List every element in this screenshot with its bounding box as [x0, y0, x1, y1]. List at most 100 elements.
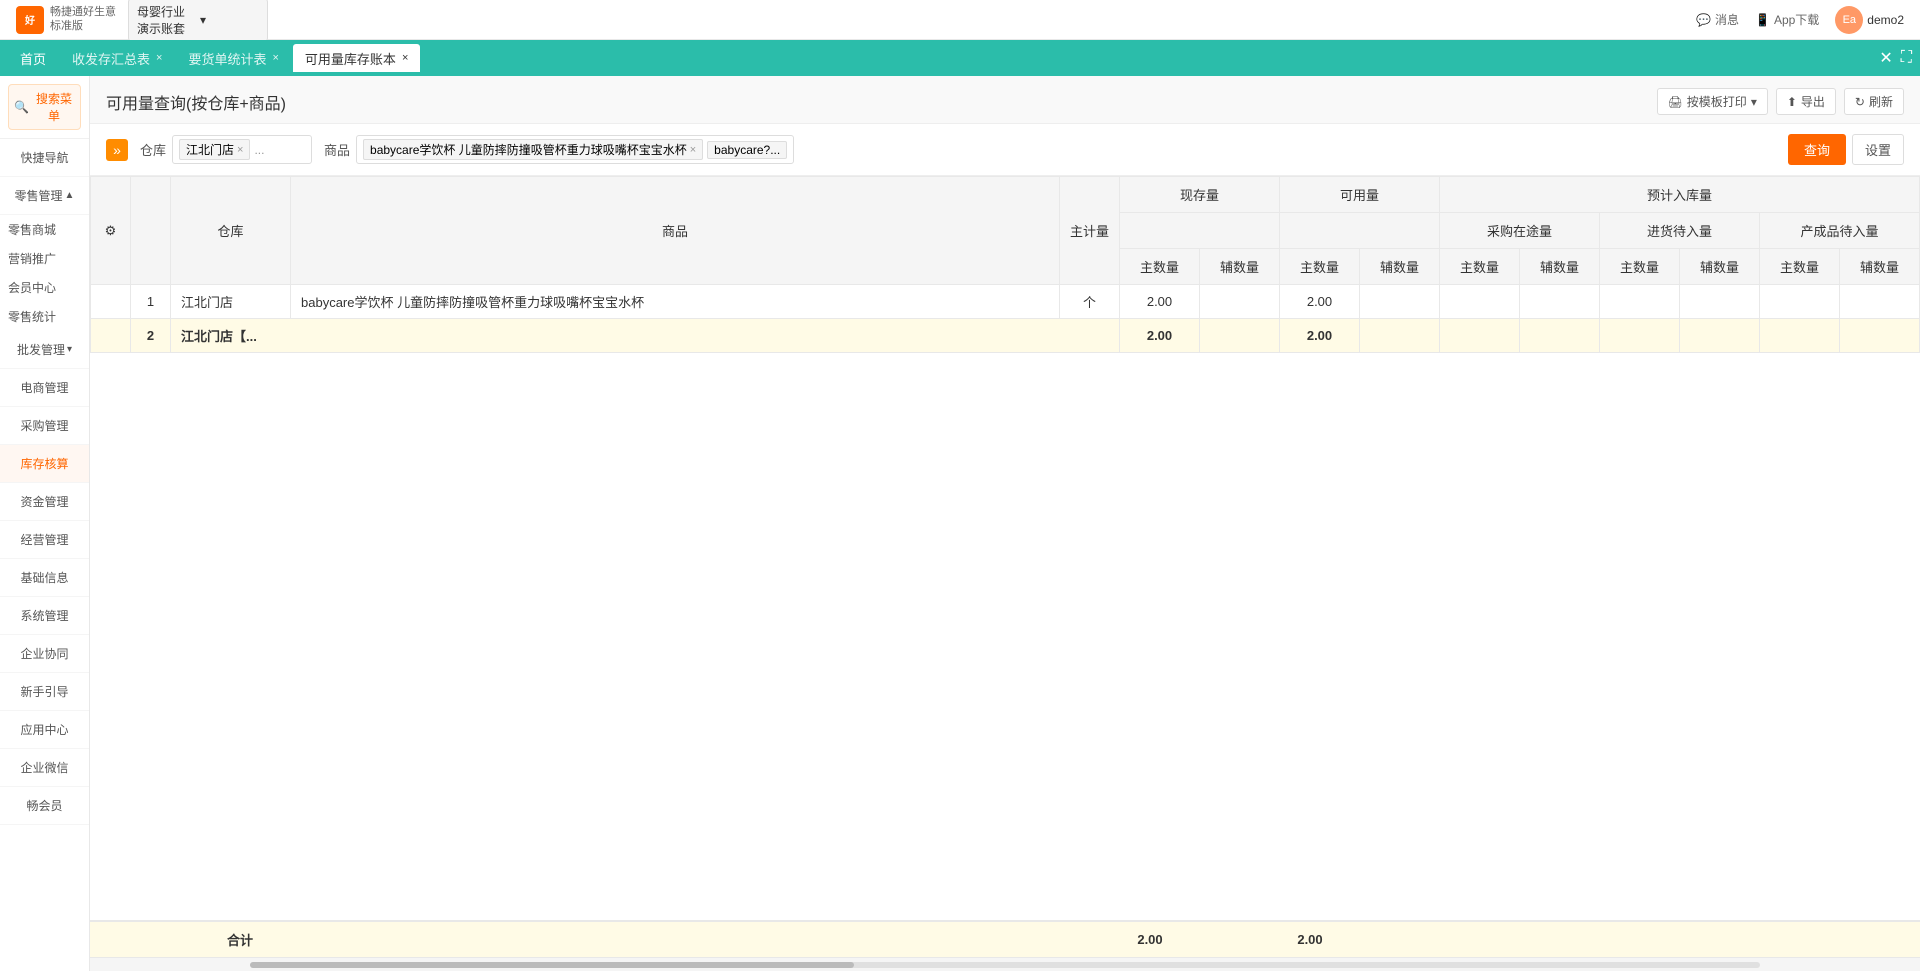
row-product: babycare学饮杯 儿童防摔防撞吸管杯重力球吸嘴杯宝宝水杯 [291, 285, 1060, 319]
filter-expand-button[interactable]: » [106, 139, 128, 161]
subtotal-goods-main [1600, 319, 1680, 353]
footer-total-label: 合计 [180, 930, 300, 949]
sidebar-item-operations[interactable]: 经营管理 [0, 521, 89, 559]
tab-receivable-summary[interactable]: 收发存汇总表 × [60, 44, 174, 72]
goods-main-qty-header: 主数量 [1600, 249, 1680, 285]
product-label: 商品 [324, 140, 350, 159]
sidebar-item-base-info[interactable]: 基础信息 [0, 559, 89, 597]
sidebar-item-finance[interactable]: 资金管理 [0, 483, 89, 521]
sidebar-item-inventory[interactable]: 库存核算 [0, 445, 89, 483]
expand-window-icon[interactable]: ⛶ [1901, 49, 1912, 67]
subtotal-avail-main: 2.00 [1280, 319, 1360, 353]
refresh-icon: ↻ [1855, 95, 1865, 109]
sidebar-item-purchase[interactable]: 采购管理 [0, 407, 89, 445]
tab-close-icon[interactable]: × [402, 52, 408, 64]
query-button[interactable]: 查询 [1788, 134, 1846, 165]
close-window-icon[interactable]: ✕ [1879, 48, 1892, 68]
product-input[interactable]: babycare学饮杯 儿童防摔防撞吸管杯重力球吸嘴杯宝宝水杯 × babyca… [356, 135, 794, 164]
remove-warehouse-icon[interactable]: × [237, 144, 243, 156]
warehouse-input[interactable]: 江北门店 × ... [172, 135, 312, 164]
export-button[interactable]: ⬆ 导出 [1776, 88, 1836, 115]
row-purchase-main [1440, 285, 1520, 319]
gear-icon[interactable]: ⚙ [105, 223, 117, 238]
row-avail-aux [1360, 285, 1440, 319]
subtotal-stock-main: 2.00 [1120, 319, 1200, 353]
sidebar-item-retail[interactable]: 零售管理 ▲ [0, 177, 89, 215]
table-footer: 合计 2.00 2.00 [90, 920, 1920, 957]
nav-tabs: 首页 收发存汇总表 × 要货单统计表 × 可用量库存账本 × ✕ ⛶ [0, 40, 1920, 76]
sidebar-item-ecommerce[interactable]: 电商管理 [0, 369, 89, 407]
row-stock-main: 2.00 [1120, 285, 1200, 319]
tab-close-icon[interactable]: × [272, 52, 278, 64]
logo-area: 好 畅捷通好生意 标准版 [16, 6, 116, 34]
sidebar-item-wholesale[interactable]: 批发管理 ▾ [0, 331, 89, 369]
refresh-button[interactable]: ↻ 刷新 [1844, 88, 1904, 115]
scrollbar-track [250, 962, 1760, 968]
tab-available-stock[interactable]: 可用量库存账本 × [293, 44, 420, 72]
sidebar-item-member2[interactable]: 畅会员 [0, 787, 89, 825]
table-wrap: ⚙ 仓库 商品 主计量 现存量 可用量 预计入库量 采购在途量 [90, 176, 1920, 920]
message-icon: 💬 [1696, 13, 1711, 27]
tab-order-stats[interactable]: 要货单统计表 × [176, 44, 290, 72]
row-finished-aux [1840, 285, 1920, 319]
chevron-up-icon: ▲ [65, 190, 75, 201]
current-stock-header: 现存量 [1120, 177, 1280, 213]
sidebar-item-marketing[interactable]: 营销推广 [0, 244, 89, 273]
sidebar-item-member[interactable]: 会员中心 [0, 273, 89, 302]
tab-close-icon[interactable]: × [156, 52, 162, 64]
user-profile[interactable]: Ea demo2 [1835, 6, 1904, 34]
sidebar-search: 🔍 搜索菜单 [0, 76, 89, 139]
stock-main-qty-header: 主数量 [1120, 249, 1200, 285]
warehouse-column-header: 仓库 [171, 177, 291, 285]
avail-main-qty-header: 主数量 [1280, 249, 1360, 285]
print-template-button[interactable]: 🖨 按模板打印 ▾ [1657, 88, 1768, 115]
industry-selector[interactable]: 母婴行业演示账套 ▾ [128, 0, 268, 42]
subtotal-stock-aux [1200, 319, 1280, 353]
page-title: 可用量查询(按仓库+商品) [106, 90, 286, 114]
sidebar-item-quick-nav[interactable]: 快捷导航 [0, 139, 89, 177]
page-actions: 🖨 按模板打印 ▾ ⬆ 导出 ↻ 刷新 [1657, 88, 1904, 115]
row-warehouse: 江北门店 [171, 285, 291, 319]
scrollbar-thumb[interactable] [250, 962, 854, 968]
top-bar-right: 💬 消息 📱 App下载 Ea demo2 [1696, 6, 1904, 34]
sidebar-item-enterprise[interactable]: 企业协同 [0, 635, 89, 673]
product-column-header: 商品 [291, 177, 1060, 285]
row-avail-main: 2.00 [1280, 285, 1360, 319]
product-tag-2: babycare?... [707, 141, 787, 159]
footer-avail-main: 2.00 [1270, 932, 1350, 947]
settings-column-header[interactable]: ⚙ [91, 177, 131, 285]
main-layout: 🔍 搜索菜单 快捷导航 零售管理 ▲ 零售商城 营销推广 会员中心 零售统计 批… [0, 76, 1920, 971]
planned-inbound-header: 预计入库量 [1440, 177, 1920, 213]
chevron-down-icon: ▾ [67, 344, 72, 355]
search-menu-button[interactable]: 🔍 搜索菜单 [8, 84, 81, 130]
warehouse-label: 仓库 [140, 140, 166, 159]
setting-button[interactable]: 设置 [1852, 134, 1904, 165]
sidebar-item-retail-stats[interactable]: 零售统计 [0, 302, 89, 331]
logo-text: 畅捷通好生意 标准版 [50, 6, 116, 32]
tab-home[interactable]: 首页 [8, 44, 58, 72]
row-index: 1 [131, 285, 171, 319]
subtotal-finished-aux [1840, 319, 1920, 353]
sidebar-item-retail-store[interactable]: 零售商城 [0, 215, 89, 244]
sidebar-item-newguide[interactable]: 新手引导 [0, 673, 89, 711]
filter-bar: » 仓库 江北门店 × ... 商品 babycare学饮杯 儿童防摔防撞吸管杯… [90, 124, 1920, 176]
subtotal-avail-aux [1360, 319, 1440, 353]
more-icon[interactable]: ... [254, 143, 264, 157]
sidebar-item-appcenter[interactable]: 应用中心 [0, 711, 89, 749]
avatar: Ea [1835, 6, 1863, 34]
app-download-button[interactable]: 📱 App下载 [1755, 11, 1819, 28]
horizontal-scrollbar[interactable] [90, 957, 1920, 971]
subtotal-goods-aux [1680, 319, 1760, 353]
sidebar-item-wechat[interactable]: 企业微信 [0, 749, 89, 787]
row-stock-aux [1200, 285, 1280, 319]
remove-product1-icon[interactable]: × [690, 144, 696, 156]
subtotal-row: 2 江北门店【... 2.00 2.00 [91, 319, 1920, 353]
row-unit: 个 [1059, 285, 1119, 319]
subtotal-purchase-aux [1520, 319, 1600, 353]
search-icon: 🔍 [14, 100, 29, 114]
sidebar-item-system[interactable]: 系统管理 [0, 597, 89, 635]
message-button[interactable]: 💬 消息 [1696, 11, 1739, 28]
top-bar-left: 好 畅捷通好生意 标准版 母婴行业演示账套 ▾ [16, 0, 268, 42]
row-goods-main [1600, 285, 1680, 319]
subtotal-label: 江北门店【... [171, 319, 1120, 353]
